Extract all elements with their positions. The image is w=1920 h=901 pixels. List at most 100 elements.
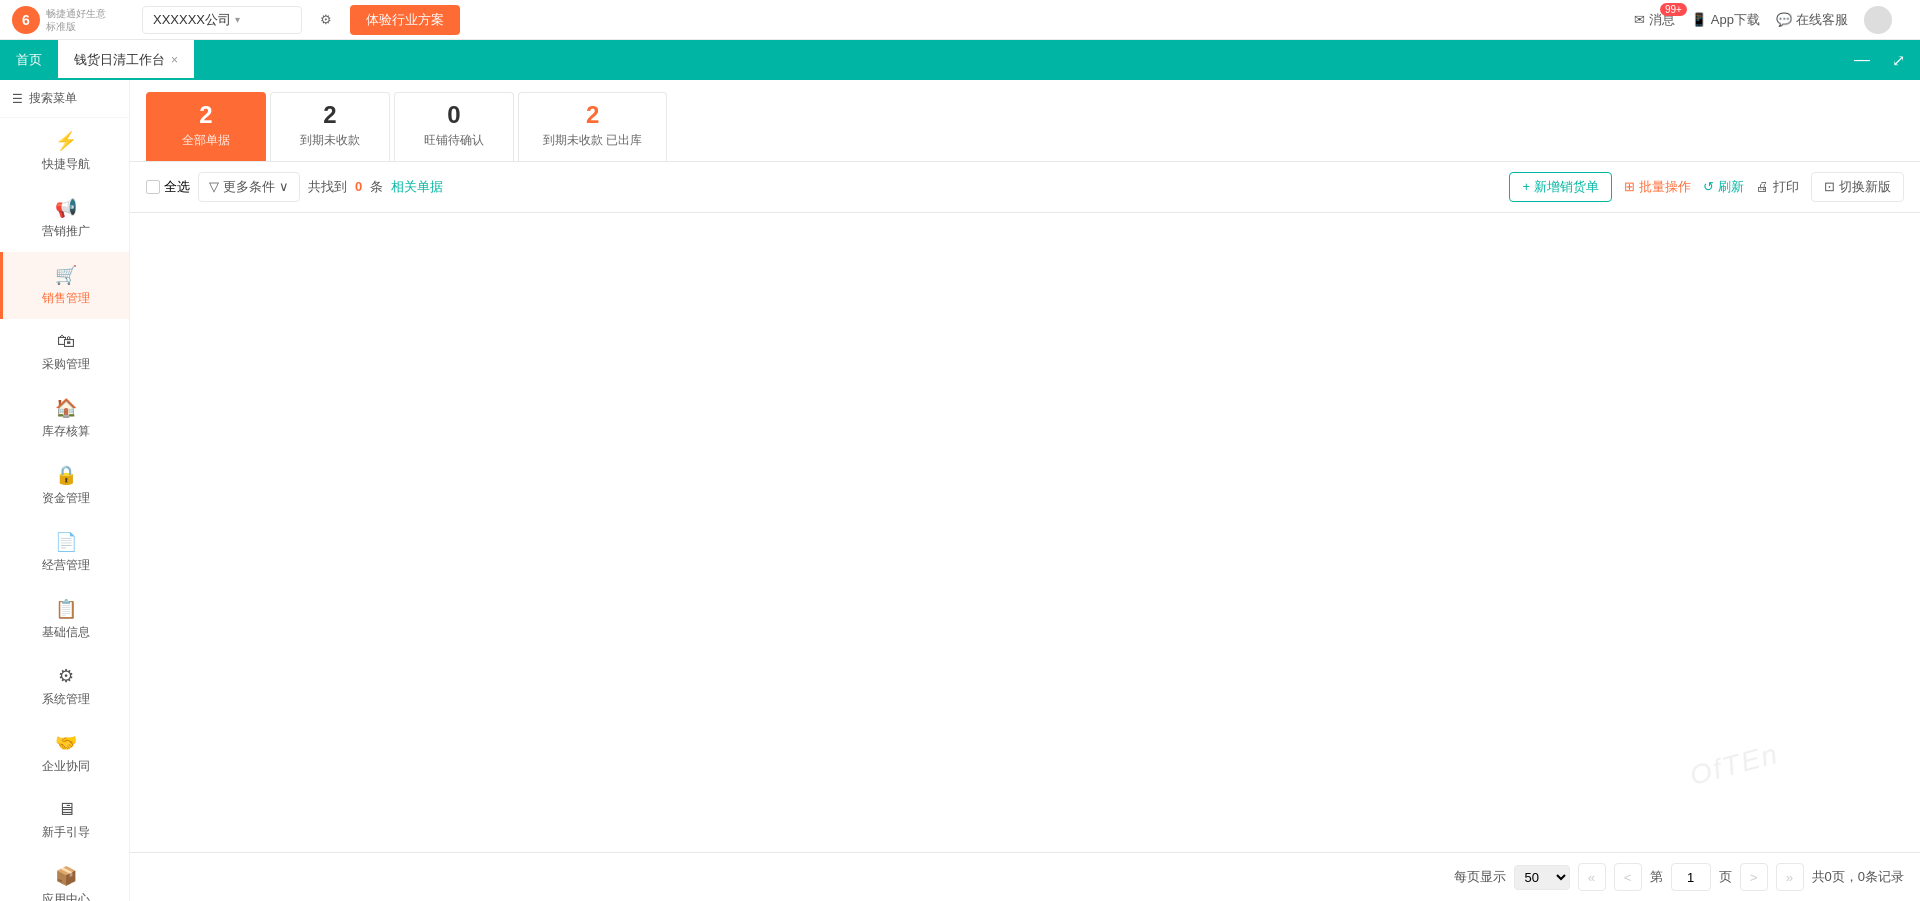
online-service-btn[interactable]: 💬 在线客服 xyxy=(1776,11,1848,29)
industry-btn[interactable]: 体验行业方案 xyxy=(350,5,460,35)
toolbar: 全选 ▽ 更多条件 ∨ 共找到 0 条 相关单据 + 新增销货单 ⊞ 批量操作 xyxy=(130,162,1920,213)
page-label: 第 xyxy=(1650,868,1663,886)
stat-tab-all[interactable]: 2 全部单据 xyxy=(146,92,266,161)
switch-icon: ⊡ xyxy=(1824,179,1835,194)
tab-maximize-btn[interactable]: ⤢ xyxy=(1884,46,1912,74)
filter-btn[interactable]: ▽ 更多条件 ∨ xyxy=(198,172,300,202)
sidebar-item-purchase[interactable]: 🛍 采购管理 xyxy=(0,319,129,385)
sidebar-item-basic-info[interactable]: 📋 基础信息 xyxy=(0,586,129,653)
avatar[interactable] xyxy=(1864,6,1892,34)
batch-icon: ⊞ xyxy=(1624,179,1635,194)
print-label: 打印 xyxy=(1773,178,1799,196)
sidebar-item-marketing[interactable]: 📢 营销推广 xyxy=(0,185,129,252)
print-btn[interactable]: 🖨 打印 xyxy=(1756,178,1799,196)
first-page-btn[interactable]: « xyxy=(1578,863,1606,891)
logo-area: 6 畅捷通好生意 标准版 xyxy=(12,6,142,34)
tab-active[interactable]: 钱货日清工作台 × xyxy=(58,40,194,80)
stat-label-overdue: 到期未收款 xyxy=(300,132,360,149)
logo-line1: 畅捷通好生意 xyxy=(46,7,106,20)
sidebar-item-funds[interactable]: 🔒 资金管理 xyxy=(0,452,129,519)
sidebar-label-purchase: 采购管理 xyxy=(42,356,90,373)
select-all-checkbox[interactable] xyxy=(146,180,160,194)
sidebar-label-marketing: 营销推广 xyxy=(42,223,90,240)
stat-tab-overdue[interactable]: 2 到期未收款 xyxy=(270,92,390,161)
page-input[interactable] xyxy=(1671,863,1711,891)
related-link[interactable]: 相关单据 xyxy=(391,178,443,196)
message-icon: ✉ xyxy=(1634,12,1645,27)
tab-minimize-btn[interactable]: — xyxy=(1848,46,1876,74)
select-all-area[interactable]: 全选 xyxy=(146,178,190,196)
new-sales-btn[interactable]: + 新增销货单 xyxy=(1509,172,1612,202)
logo-line2: 标准版 xyxy=(46,20,106,33)
batch-label: 批量操作 xyxy=(1639,178,1691,196)
switch-label: 切换新版 xyxy=(1839,178,1891,196)
sidebar: ☰ 搜索菜单 ⚡ 快捷导航 📢 营销推广 🛒 销售管理 🛍 采购管理 🏠 库存核… xyxy=(0,80,130,901)
sidebar-label-system: 系统管理 xyxy=(42,691,90,708)
stat-tab-pending[interactable]: 0 旺铺待确认 xyxy=(394,92,514,161)
settings-button[interactable]: ⚙ xyxy=(310,4,342,36)
sidebar-item-guide[interactable]: 🖥 新手引导 xyxy=(0,787,129,853)
page-size-select[interactable]: 50 10 20 100 xyxy=(1514,865,1570,890)
top-bar: 6 畅捷通好生意 标准版 XXXXXX公司 ▾ ⚙ 体验行业方案 ✉ 消息 99… xyxy=(0,0,1920,40)
sidebar-label-guide: 新手引导 xyxy=(42,824,90,841)
stat-number-pending: 0 xyxy=(447,101,460,130)
company-dropdown-arrow: ▾ xyxy=(235,14,240,25)
sidebar-label-sales: 销售管理 xyxy=(42,290,90,307)
sidebar-label-enterprise: 企业协同 xyxy=(42,758,90,775)
sidebar-search[interactable]: ☰ 搜索菜单 xyxy=(0,80,129,118)
refresh-label: 刷新 xyxy=(1718,178,1744,196)
sidebar-item-enterprise[interactable]: 🤝 企业协同 xyxy=(0,720,129,787)
select-all-label: 全选 xyxy=(164,178,190,196)
company-selector[interactable]: XXXXXX公司 ▾ xyxy=(142,6,302,34)
stat-label-all: 全部单据 xyxy=(182,132,230,149)
print-icon: 🖨 xyxy=(1756,179,1769,194)
home-tab-label: 首页 xyxy=(16,51,42,69)
pagination-summary: 共0页，0条记录 xyxy=(1812,868,1904,886)
found-unit: 条 xyxy=(370,178,383,196)
purchase-icon: 🛍 xyxy=(57,331,75,352)
last-page-btn[interactable]: » xyxy=(1776,863,1804,891)
sidebar-label-basic-info: 基础信息 xyxy=(42,624,90,641)
guide-icon: 🖥 xyxy=(57,799,75,820)
operations-icon: 📄 xyxy=(55,531,77,553)
sidebar-label-app-center: 应用中心 xyxy=(42,891,90,901)
plus-icon: + xyxy=(1522,179,1530,194)
app-download-label: App下载 xyxy=(1711,11,1760,29)
stat-number-all: 2 xyxy=(199,101,212,130)
logo-icon: 6 xyxy=(12,6,40,34)
stat-label-overdue-out: 到期未收款 已出库 xyxy=(543,132,642,149)
online-service-label: 在线客服 xyxy=(1796,11,1848,29)
minimize-icon: — xyxy=(1854,51,1870,69)
sidebar-item-system[interactable]: ⚙ 系统管理 xyxy=(0,653,129,720)
next-page-btn[interactable]: > xyxy=(1740,863,1768,891)
sidebar-item-quick-nav[interactable]: ⚡ 快捷导航 xyxy=(0,118,129,185)
page-unit: 页 xyxy=(1719,868,1732,886)
sidebar-item-operations[interactable]: 📄 经营管理 xyxy=(0,519,129,586)
sidebar-item-app-center[interactable]: 📦 应用中心 xyxy=(0,853,129,901)
refresh-btn[interactable]: ↺ 刷新 xyxy=(1703,178,1744,196)
sales-icon: 🛒 xyxy=(55,264,77,286)
prev-page-btn[interactable]: < xyxy=(1614,863,1642,891)
sidebar-item-inventory[interactable]: 🏠 库存核算 xyxy=(0,385,129,452)
message-badge: 99+ xyxy=(1660,3,1687,16)
tab-bar: 首页 钱货日清工作台 × — ⤢ xyxy=(0,40,1920,80)
download-icon: 📱 xyxy=(1691,12,1707,27)
stat-tab-overdue-out[interactable]: 2 到期未收款 已出库 xyxy=(518,92,667,161)
top-right-area: ✉ 消息 99+ 📱 App下载 💬 在线客服 xyxy=(1634,6,1908,34)
found-count: 0 xyxy=(355,179,362,194)
maximize-icon: ⤢ xyxy=(1892,51,1905,70)
page-size-label: 每页显示 xyxy=(1454,868,1506,886)
system-icon: ⚙ xyxy=(58,665,74,687)
tab-close-icon[interactable]: × xyxy=(171,53,178,67)
toolbar-right: + 新增销货单 ⊞ 批量操作 ↺ 刷新 🖨 打印 ⊡ 切换新版 xyxy=(1509,172,1904,202)
sidebar-item-sales[interactable]: 🛒 销售管理 xyxy=(0,252,129,319)
app-download-btn[interactable]: 📱 App下载 xyxy=(1691,11,1760,29)
marketing-icon: 📢 xyxy=(55,197,77,219)
tab-home[interactable]: 首页 xyxy=(0,40,58,80)
app-center-icon: 📦 xyxy=(55,865,77,887)
batch-btn[interactable]: ⊞ 批量操作 xyxy=(1624,178,1691,196)
switch-btn[interactable]: ⊡ 切换新版 xyxy=(1811,172,1904,202)
search-icon: ☰ xyxy=(12,92,23,106)
sidebar-label-inventory: 库存核算 xyxy=(42,423,90,440)
message-btn[interactable]: ✉ 消息 99+ xyxy=(1634,11,1675,29)
